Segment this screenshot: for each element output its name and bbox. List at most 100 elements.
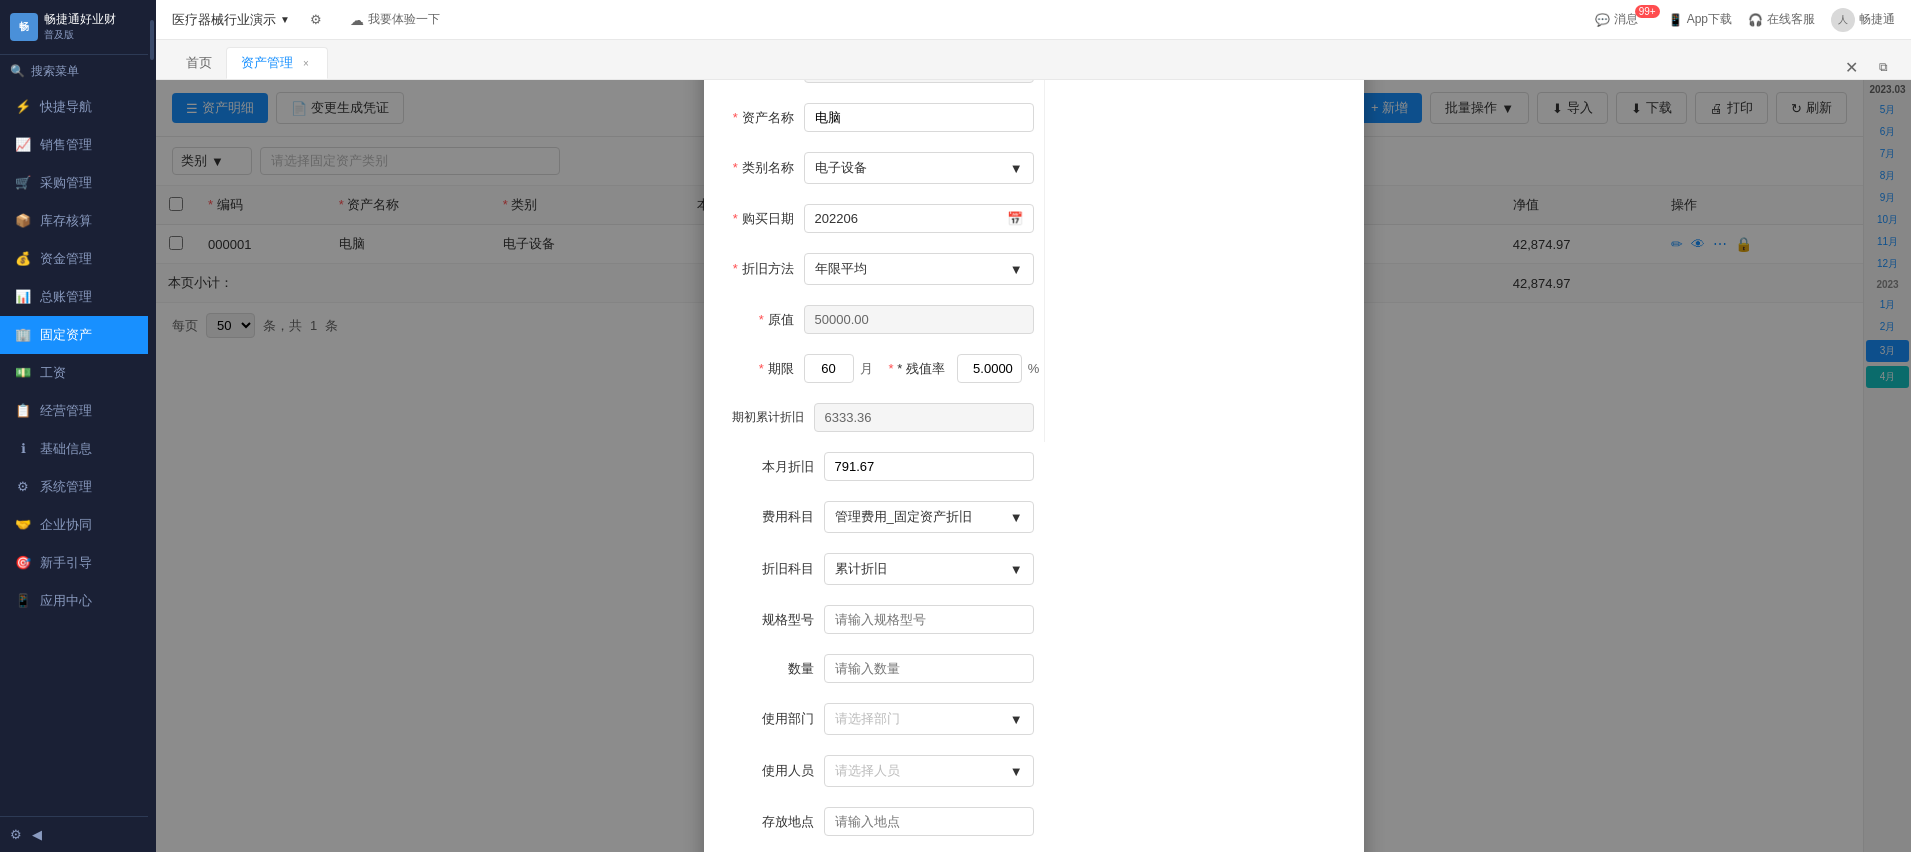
- quantity-input[interactable]: [824, 654, 1034, 683]
- category-dropdown-icon: ▼: [1010, 161, 1023, 176]
- app-title: 畅捷通好业财: [44, 12, 116, 28]
- monthly-dep-input[interactable]: [824, 452, 1034, 481]
- dropdown-icon: ▼: [280, 14, 290, 25]
- form-row-user: 使用人员 请选择人员 ▼: [744, 745, 1034, 797]
- tab-home[interactable]: 首页: [172, 47, 226, 79]
- form-row-original-value: 原值: [724, 295, 1034, 344]
- dep-method-select[interactable]: 年限平均 ▼: [804, 253, 1034, 285]
- download-icon: 📱: [1668, 13, 1683, 27]
- modal-note: 注：已经存在变更记录或者对应固定资产已经生成凭证，原值、购买日期、残值率、累计折…: [724, 846, 1344, 852]
- app-download-btn[interactable]: 📱 App下载: [1668, 11, 1732, 28]
- category-select[interactable]: 电子设备 ▼: [804, 152, 1034, 184]
- location-input[interactable]: [824, 807, 1034, 836]
- purchase-date-label: 购买日期: [724, 210, 804, 228]
- sidebar-item-purchase[interactable]: 🛒 采购管理: [0, 164, 148, 202]
- spec-label: 规格型号: [744, 611, 824, 629]
- sidebar-item-funds[interactable]: 💰 资金管理: [0, 240, 148, 278]
- form-row-code: 编码: [724, 80, 1034, 93]
- basic-info-icon: ℹ: [14, 440, 32, 458]
- expense-subj-select[interactable]: 管理费用_固定资产折旧 ▼: [824, 501, 1034, 533]
- company-name: 医疗器械行业演示: [172, 11, 276, 29]
- collapse-btn[interactable]: ◀: [32, 827, 42, 842]
- sidebar-item-inventory[interactable]: 📦 库存核算: [0, 202, 148, 240]
- sidebar-item-ledger[interactable]: 📊 总账管理: [0, 278, 148, 316]
- category-label: 类别名称: [724, 159, 804, 177]
- operations-icon: 📋: [14, 402, 32, 420]
- sidebar-item-basic-info[interactable]: ℹ 基础信息: [0, 430, 148, 468]
- messages-badge: 99+: [1635, 5, 1660, 18]
- period-input[interactable]: [804, 354, 854, 383]
- original-value-label: 原值: [724, 311, 804, 329]
- content-area: ☰ 资产明细 📄 变更生成凭证 刷账 + 新增: [156, 80, 1911, 852]
- residual-rate-label: * 残值率: [879, 360, 951, 378]
- sidebar-item-quick-nav[interactable]: ⚡ 快捷导航: [0, 88, 148, 126]
- quick-nav-icon: ⚡: [14, 98, 32, 116]
- form-row-initial-dep: 期初累计折旧: [724, 393, 1034, 442]
- tutorial-icon: 🎯: [14, 554, 32, 572]
- form-row-dep-subj: 折旧科目 累计折旧 ▼: [744, 543, 1034, 595]
- initial-dep-input[interactable]: [814, 403, 1034, 432]
- sidebar-item-app-center[interactable]: 📱 应用中心: [0, 582, 148, 620]
- tab-restore-btn[interactable]: ✕: [1839, 55, 1863, 79]
- sidebar-item-tutorial[interactable]: 🎯 新手引导: [0, 544, 148, 582]
- online-service-btn[interactable]: 🎧 在线客服: [1748, 11, 1815, 28]
- sidebar-item-fixed-assets[interactable]: 🏢 固定资产: [0, 316, 148, 354]
- cloud-icon: ☁: [350, 12, 364, 28]
- sidebar-item-sales[interactable]: 📈 销售管理: [0, 126, 148, 164]
- dep-method-label: 折旧方法: [724, 260, 804, 278]
- asset-name-input[interactable]: [804, 103, 1034, 132]
- sidebar-search[interactable]: 🔍 搜索菜单: [0, 55, 148, 88]
- spec-input[interactable]: [824, 605, 1034, 634]
- department-select[interactable]: 请选择部门 ▼: [824, 703, 1034, 735]
- sales-icon: 📈: [14, 136, 32, 154]
- residual-unit: %: [1028, 361, 1040, 376]
- form-row-period: 期限 月 * 残值率 %: [724, 344, 1034, 393]
- modal-body: 编码 资产名称: [704, 80, 1364, 852]
- sidebar-item-system[interactable]: ⚙ 系统管理: [0, 468, 148, 506]
- topbar: 医疗器械行业演示 ▼ ⚙ ☁ 我要体验一下 💬 消息 99+ 📱 App下载: [156, 0, 1911, 40]
- tabbar-actions: ✕ ⧉: [1839, 55, 1895, 79]
- gear-icon: ⚙: [310, 12, 322, 27]
- main-area: 医疗器械行业演示 ▼ ⚙ ☁ 我要体验一下 💬 消息 99+ 📱 App下载: [156, 0, 1911, 852]
- monthly-dep-label: 本月折旧: [744, 458, 824, 476]
- dep-subj-select[interactable]: 累计折旧 ▼: [824, 553, 1034, 585]
- residual-rate-input[interactable]: [957, 354, 1022, 383]
- app-logo: 畅: [10, 13, 38, 41]
- form-row-asset-name: 资产名称: [724, 93, 1034, 142]
- tab-asset-management[interactable]: 资产管理 ×: [226, 47, 328, 79]
- form-row-department: 使用部门 请选择部门 ▼: [744, 693, 1034, 745]
- calendar-icon: 📅: [1007, 211, 1023, 226]
- sidebar-item-collab[interactable]: 🤝 企业协同: [0, 506, 148, 544]
- period-label: 期限: [724, 360, 804, 378]
- period-unit: 月: [860, 360, 873, 378]
- tab-close-btn[interactable]: ×: [299, 56, 313, 70]
- headset-icon: 🎧: [1748, 13, 1763, 27]
- initial-dep-label: 期初累计折旧: [724, 409, 814, 426]
- user-select[interactable]: 请选择人员 ▼: [824, 755, 1034, 787]
- messages-btn[interactable]: 💬 消息 99+: [1595, 11, 1652, 28]
- purchase-icon: 🛒: [14, 174, 32, 192]
- inventory-icon: 📦: [14, 212, 32, 230]
- settings-bottom-btn[interactable]: ⚙: [10, 827, 22, 842]
- company-selector[interactable]: 医疗器械行业演示 ▼: [172, 11, 290, 29]
- experience-btn[interactable]: ☁ 我要体验一下: [350, 11, 440, 28]
- form-right-col: 本月折旧 费用科目: [724, 442, 1034, 846]
- topbar-settings-btn[interactable]: ⚙: [302, 6, 330, 34]
- form-row-monthly-dep: 本月折旧: [744, 442, 1034, 491]
- message-icon: 💬: [1595, 13, 1610, 27]
- code-input[interactable]: [804, 80, 1034, 83]
- form-row-location: 存放地点: [744, 797, 1034, 846]
- purchase-date-input[interactable]: 202206 📅: [804, 204, 1034, 233]
- form-row-dep-method: 折旧方法 年限平均 ▼: [724, 243, 1034, 295]
- sidebar-item-operations[interactable]: 📋 经营管理: [0, 392, 148, 430]
- user-menu[interactable]: 人 畅捷通: [1831, 8, 1895, 32]
- app-center-icon: 📱: [14, 592, 32, 610]
- period-inline: 月 * 残值率 %: [804, 354, 1034, 383]
- tab-maximize-btn[interactable]: ⧉: [1871, 55, 1895, 79]
- sidebar-item-payroll[interactable]: 💵 工资: [0, 354, 148, 392]
- dep-method-dropdown-icon: ▼: [1010, 262, 1023, 277]
- location-label: 存放地点: [744, 813, 824, 831]
- funds-icon: 💰: [14, 250, 32, 268]
- tabbar: 首页 资产管理 × ✕ ⧉: [156, 40, 1911, 80]
- original-value-input[interactable]: [804, 305, 1034, 334]
